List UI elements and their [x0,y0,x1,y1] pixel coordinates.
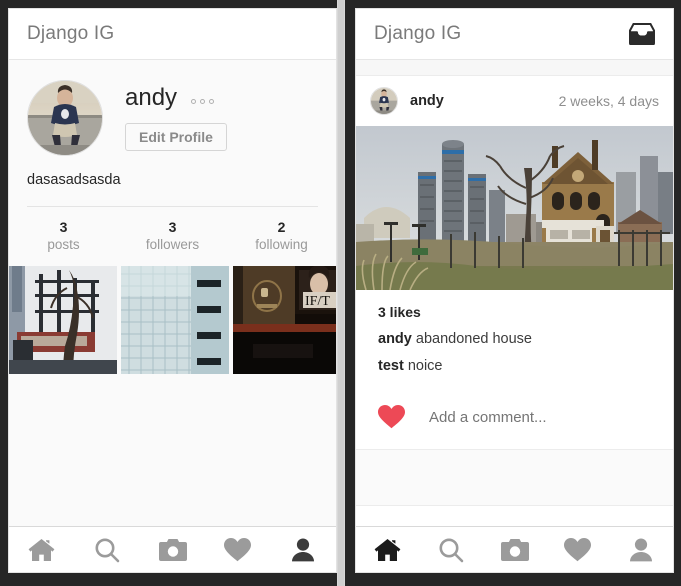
profile-username: andy [125,84,178,111]
feed-top-strip [356,60,673,76]
grid-thumbnail-2[interactable] [121,266,229,374]
stat-label: posts [47,237,80,252]
post-body: 3 likes andy abandoned house test noice [356,290,673,391]
edit-profile-button[interactable]: Edit Profile [125,123,227,151]
comment-text: abandoned house [415,331,532,347]
username-row: andy [125,84,227,112]
post-timestamp: 2 weeks, 4 days [558,93,659,109]
nav-activity-button[interactable] [205,527,270,572]
heart-icon [564,537,592,561]
search-icon [95,538,120,562]
comment-compose-row [356,391,673,449]
stat-posts[interactable]: 3 posts [9,219,118,254]
grid-thumbnail-3[interactable]: IF/T [233,266,336,374]
add-comment-input[interactable] [429,408,651,426]
stat-value: 2 [277,219,286,235]
nav-camera-button[interactable] [140,527,205,572]
search-icon [439,538,464,562]
nav-activity-button[interactable] [546,527,609,572]
profile-photo-grid: IF/T [9,266,336,374]
feed-empty-block [356,450,673,506]
app-stage: Django IG andy Edit Profile dasasadsasda… [0,0,681,586]
stat-value: 3 [59,219,68,235]
page-scrollbar[interactable] [337,0,345,586]
profile-app-header: Django IG [9,9,336,60]
nav-home-button[interactable] [356,527,419,572]
comment-author[interactable]: andy [378,331,412,347]
like-heart-icon[interactable] [378,405,405,429]
post-comment: test noice [378,358,651,374]
comment-author[interactable]: test [378,358,404,374]
nav-profile-button[interactable] [610,527,673,572]
feed-app-header: Django IG [356,9,673,60]
profile-meta: andy Edit Profile [103,80,227,151]
stat-label: followers [145,237,200,252]
post-likes[interactable]: 3 likes [378,304,651,320]
nav-search-button[interactable] [419,527,482,572]
nav-search-button[interactable] [74,527,139,572]
profile-scroll-body: andy Edit Profile dasasadsasda 3 posts 3 [9,60,336,526]
post-author-avatar[interactable] [370,87,398,115]
nav-home-button[interactable] [9,527,74,572]
grid-thumbnail-1[interactable] [9,266,117,374]
bottom-navigation-right [356,526,673,572]
stat-followers[interactable]: 3 followers [118,219,227,254]
feed-tail-space [356,506,673,526]
inbox-tray-icon[interactable] [629,23,655,46]
camera-icon [500,538,529,561]
profile-empty-space [9,374,336,526]
feed-scroll-body: andy 2 weeks, 4 days 3 likes andy abando… [356,60,673,526]
camera-icon [158,538,187,561]
bottom-navigation-left [9,526,336,572]
ellipsis-options-icon[interactable] [191,93,215,104]
stat-value: 3 [168,219,177,235]
post-header: andy 2 weeks, 4 days [356,76,673,126]
profile-header-row: andy Edit Profile [9,60,336,156]
svg-text:IF/T: IF/T [305,294,330,309]
post-comment: andy abandoned house [378,331,651,347]
scrollbar-thumb[interactable] [338,0,344,586]
feed-post: andy 2 weeks, 4 days 3 likes andy abando… [356,76,673,449]
profile-bio: dasasadsasda [27,172,121,188]
stat-following[interactable]: 2 following [227,219,336,254]
heart-icon [224,537,252,561]
page-title: Django IG [27,23,115,44]
home-icon [374,538,401,561]
post-author-name[interactable]: andy [410,93,444,109]
feed-panel: Django IG andy 2 weeks, 4 days 3 likes a… [355,8,674,573]
person-icon [630,538,653,561]
page-title: Django IG [374,23,462,44]
stat-label: following [255,237,308,252]
profile-stats: 3 posts 3 followers 2 following [9,207,336,266]
home-icon [28,538,55,561]
comment-text: noice [407,358,443,374]
avatar[interactable] [27,80,103,156]
profile-panel: Django IG andy Edit Profile dasasadsasda… [8,8,337,573]
nav-profile-button[interactable] [271,527,336,572]
person-icon [292,538,315,561]
nav-camera-button[interactable] [483,527,546,572]
post-image[interactable] [356,126,673,290]
